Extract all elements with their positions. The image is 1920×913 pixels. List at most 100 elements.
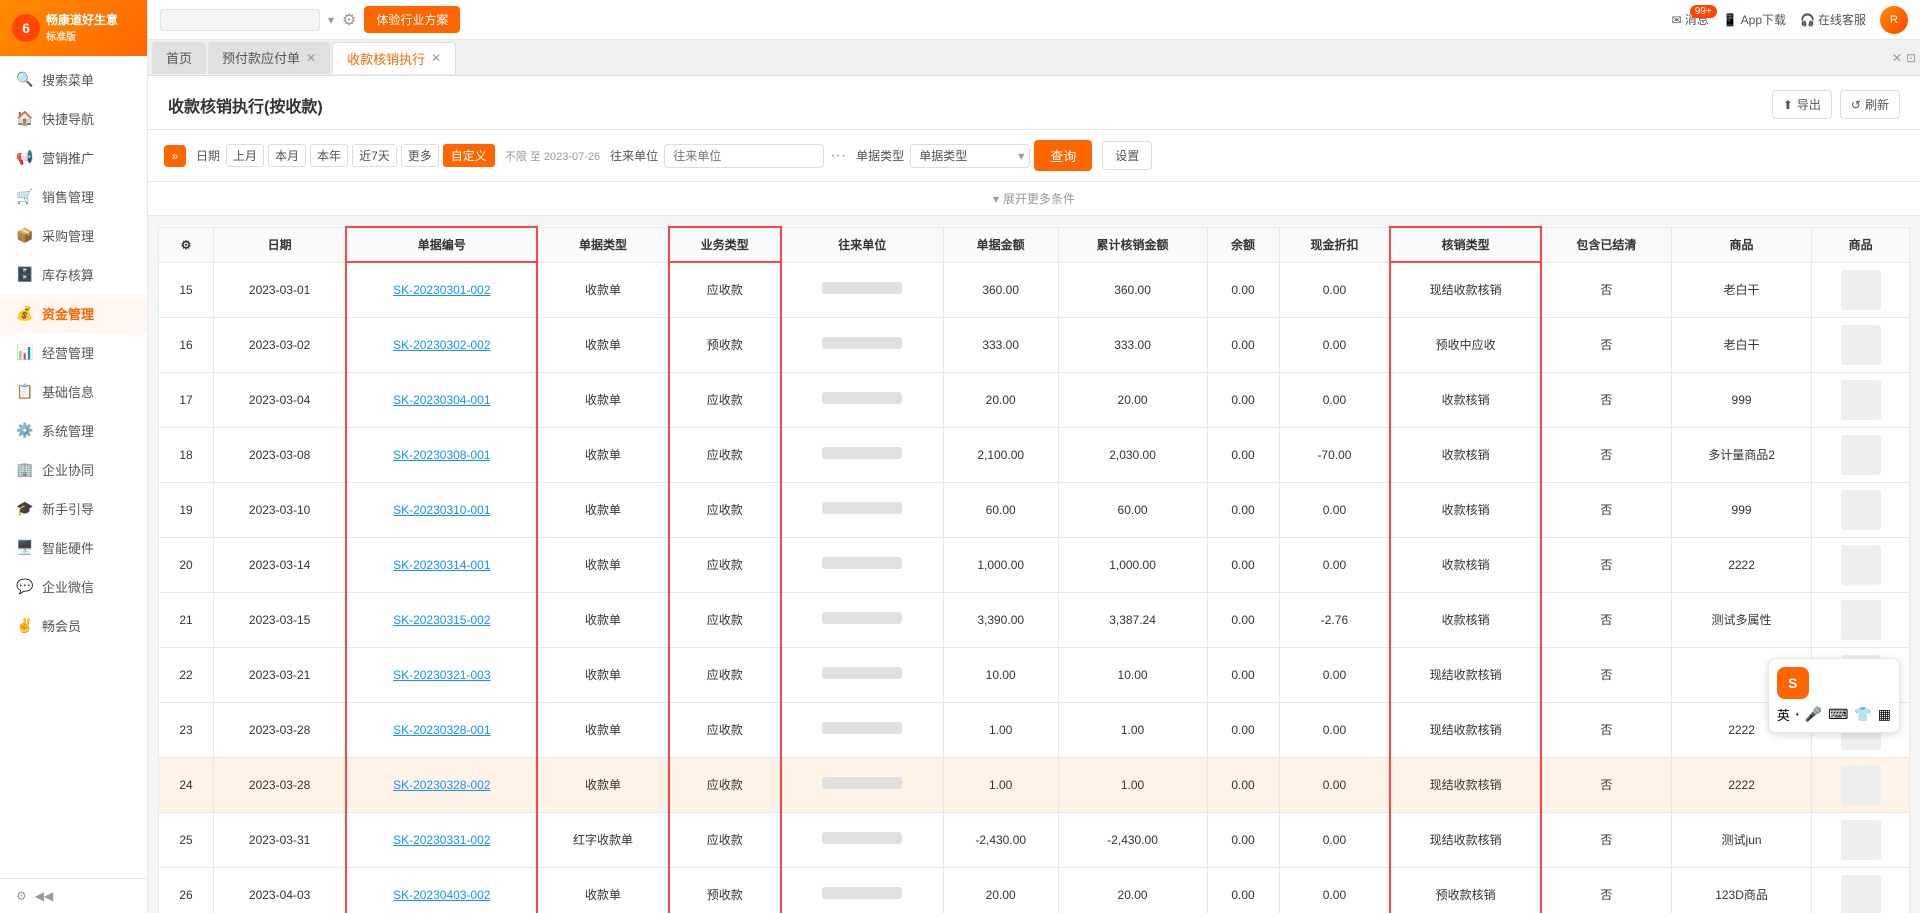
date-btn-custom[interactable]: 自定义 — [443, 144, 495, 167]
doc-link[interactable]: SK-20230403-002 — [393, 888, 490, 902]
cell-amount: -2,430.00 — [943, 812, 1058, 867]
sidebar-item-sales[interactable]: 🛒 销售管理 — [0, 177, 147, 216]
user-avatar[interactable]: R — [1880, 6, 1908, 34]
tab-prepay[interactable]: 预付款应付单 ✕ — [208, 42, 330, 74]
doc-link[interactable]: SK-20230310-001 — [393, 503, 490, 517]
col-header-date[interactable]: 日期 — [214, 227, 347, 262]
float-shirt-icon[interactable]: 👕 — [1854, 706, 1871, 723]
col-header-docno[interactable]: 单据编号 — [346, 227, 537, 262]
cell-amount: 10.00 — [943, 647, 1058, 702]
col-header-partner[interactable]: 往来单位 — [781, 227, 944, 262]
date-btn-more[interactable]: 更多 — [401, 144, 439, 167]
col-header-balance[interactable]: 余额 — [1207, 227, 1279, 262]
col-header-amount[interactable]: 单据金额 — [943, 227, 1058, 262]
doc-link[interactable]: SK-20230321-003 — [393, 668, 490, 682]
doc-link[interactable]: SK-20230315-002 — [393, 613, 490, 627]
doc-link[interactable]: SK-20230301-002 — [393, 283, 490, 297]
date-btn-this-year[interactable]: 本年 — [310, 144, 348, 167]
sidebar-item-purchase[interactable]: 📦 采购管理 — [0, 216, 147, 255]
doc-link[interactable]: SK-20230328-002 — [393, 778, 490, 792]
message-button[interactable]: ✉ 消息 99+ — [1672, 11, 1709, 28]
sidebar-item-quicknav[interactable]: 🏠 快捷导航 — [0, 99, 147, 138]
cell-amount: 1.00 — [943, 702, 1058, 757]
sidebar-item-guide[interactable]: 🎓 新手引导 — [0, 489, 147, 528]
export-button[interactable]: ⬆ 导出 — [1772, 90, 1832, 119]
cell-partner — [781, 427, 944, 482]
cell-partner — [781, 262, 944, 317]
sidebar-item-inventory[interactable]: 🗄️ 库存核算 — [0, 255, 147, 294]
sidebar-item-marketing[interactable]: 📢 营销推广 — [0, 138, 147, 177]
partner-input[interactable] — [664, 144, 824, 168]
expand-more-button[interactable]: ▾ 展开更多条件 — [985, 186, 1083, 211]
col-header-goods1[interactable]: 商品 — [1671, 227, 1811, 262]
float-grid-icon[interactable]: ▦ — [1878, 706, 1891, 723]
sidebar-footer[interactable]: ⚙ ◀◀ — [0, 878, 147, 913]
cell-accum: 3,387.24 — [1058, 592, 1207, 647]
date-btn-this-month[interactable]: 本月 — [268, 144, 306, 167]
sales-icon: 🛒 — [16, 188, 34, 205]
cell-accum: 1,000.00 — [1058, 537, 1207, 592]
col-header-biztype[interactable]: 业务类型 — [669, 227, 781, 262]
sidebar-item-hardware[interactable]: 🖥️ 智能硬件 — [0, 528, 147, 567]
tab-expand-icon[interactable]: ⊡ — [1906, 51, 1916, 65]
doc-link[interactable]: SK-20230314-001 — [393, 558, 490, 572]
wechat-icon: 💬 — [16, 578, 34, 595]
cell-no: 15 — [159, 262, 214, 317]
cell-goods2 — [1812, 427, 1910, 482]
tab-prepay-close[interactable]: ✕ — [306, 51, 316, 65]
date-btn-last-month[interactable]: 上月 — [226, 144, 264, 167]
float-keyboard-icon[interactable]: ⌨ — [1828, 706, 1848, 723]
app-logo: 6 畅康道好生意 标准版 — [0, 0, 147, 56]
cell-goods1: 测试多属性 — [1671, 592, 1811, 647]
col-header-goods2[interactable]: 商品 — [1812, 227, 1910, 262]
col-header-canceltype[interactable]: 核销类型 — [1390, 227, 1541, 262]
app-download-button[interactable]: 📱 App下载 — [1723, 11, 1786, 28]
settings-button[interactable]: 设置 — [1102, 141, 1152, 170]
float-dot-icon[interactable]: • — [1796, 710, 1799, 719]
cell-discount: 0.00 — [1279, 317, 1390, 372]
member-icon: ✌️ — [16, 617, 34, 634]
float-text-icon[interactable]: 英 — [1777, 705, 1790, 724]
sidebar-item-search[interactable]: 🔍 搜索菜单 — [0, 60, 147, 99]
col-header-included[interactable]: 包含已结清 — [1541, 227, 1672, 262]
date-btn-7days[interactable]: 近7天 — [352, 144, 397, 167]
doc-link[interactable]: SK-20230304-001 — [393, 393, 490, 407]
sidebar-item-member[interactable]: ✌️ 畅会员 — [0, 606, 147, 645]
float-mic-icon[interactable]: 🎤 — [1805, 706, 1822, 723]
query-button[interactable]: 查询 — [1034, 140, 1092, 171]
online-service-button[interactable]: 🎧 在线客服 — [1800, 11, 1866, 28]
cell-canceltype: 现结收款核销 — [1390, 647, 1541, 702]
tab-receipt-close[interactable]: ✕ — [431, 51, 441, 65]
col-header-doctype[interactable]: 单据类型 — [537, 227, 668, 262]
plan-button[interactable]: 体验行业方案 — [364, 6, 460, 33]
gear-icon[interactable]: ⚙ — [342, 10, 356, 30]
doctype-label: 单据类型 — [856, 147, 904, 164]
doc-link[interactable]: SK-20230308-001 — [393, 448, 490, 462]
tab-home[interactable]: 首页 — [152, 42, 206, 74]
sidebar-item-finance[interactable]: 💰 资金管理 — [0, 294, 147, 333]
tab-close-all-icon[interactable]: ✕ — [1892, 51, 1902, 65]
sidebar-item-enterprise[interactable]: 🏢 企业协同 — [0, 450, 147, 489]
sidebar-item-system[interactable]: ⚙️ 系统管理 — [0, 411, 147, 450]
doc-link[interactable]: SK-20230328-001 — [393, 723, 490, 737]
sidebar-item-basic[interactable]: 📋 基础信息 — [0, 372, 147, 411]
col-header-settings[interactable]: ⚙ — [159, 227, 214, 262]
filter-toggle-button[interactable]: » — [164, 145, 186, 167]
cell-balance: 0.00 — [1207, 592, 1279, 647]
cell-doctype: 收款单 — [537, 372, 668, 427]
doctype-select[interactable]: 单据类型 — [910, 144, 1030, 168]
breadcrumb-input[interactable] — [160, 9, 320, 31]
tab-receipt[interactable]: 收款核销执行 ✕ — [332, 42, 456, 74]
sidebar-item-label: 智能硬件 — [42, 538, 94, 557]
cell-canceltype: 收款核销 — [1390, 537, 1541, 592]
cell-balance: 0.00 — [1207, 702, 1279, 757]
col-header-discount[interactable]: 现金折扣 — [1279, 227, 1390, 262]
col-header-accum[interactable]: 累计核销金额 — [1058, 227, 1207, 262]
doc-link[interactable]: SK-20230302-002 — [393, 338, 490, 352]
sidebar-item-wechat[interactable]: 💬 企业微信 — [0, 567, 147, 606]
cell-canceltype: 现结收款核销 — [1390, 757, 1541, 812]
sidebar-item-operations[interactable]: 📊 经营管理 — [0, 333, 147, 372]
doc-link[interactable]: SK-20230331-002 — [393, 833, 490, 847]
refresh-button[interactable]: ↺ 刷新 — [1840, 90, 1900, 119]
table-area[interactable]: ⚙ 日期 单据编号 单据类型 业务类型 往来单位 单据金额 累计核销金额 余额 … — [148, 216, 1920, 913]
